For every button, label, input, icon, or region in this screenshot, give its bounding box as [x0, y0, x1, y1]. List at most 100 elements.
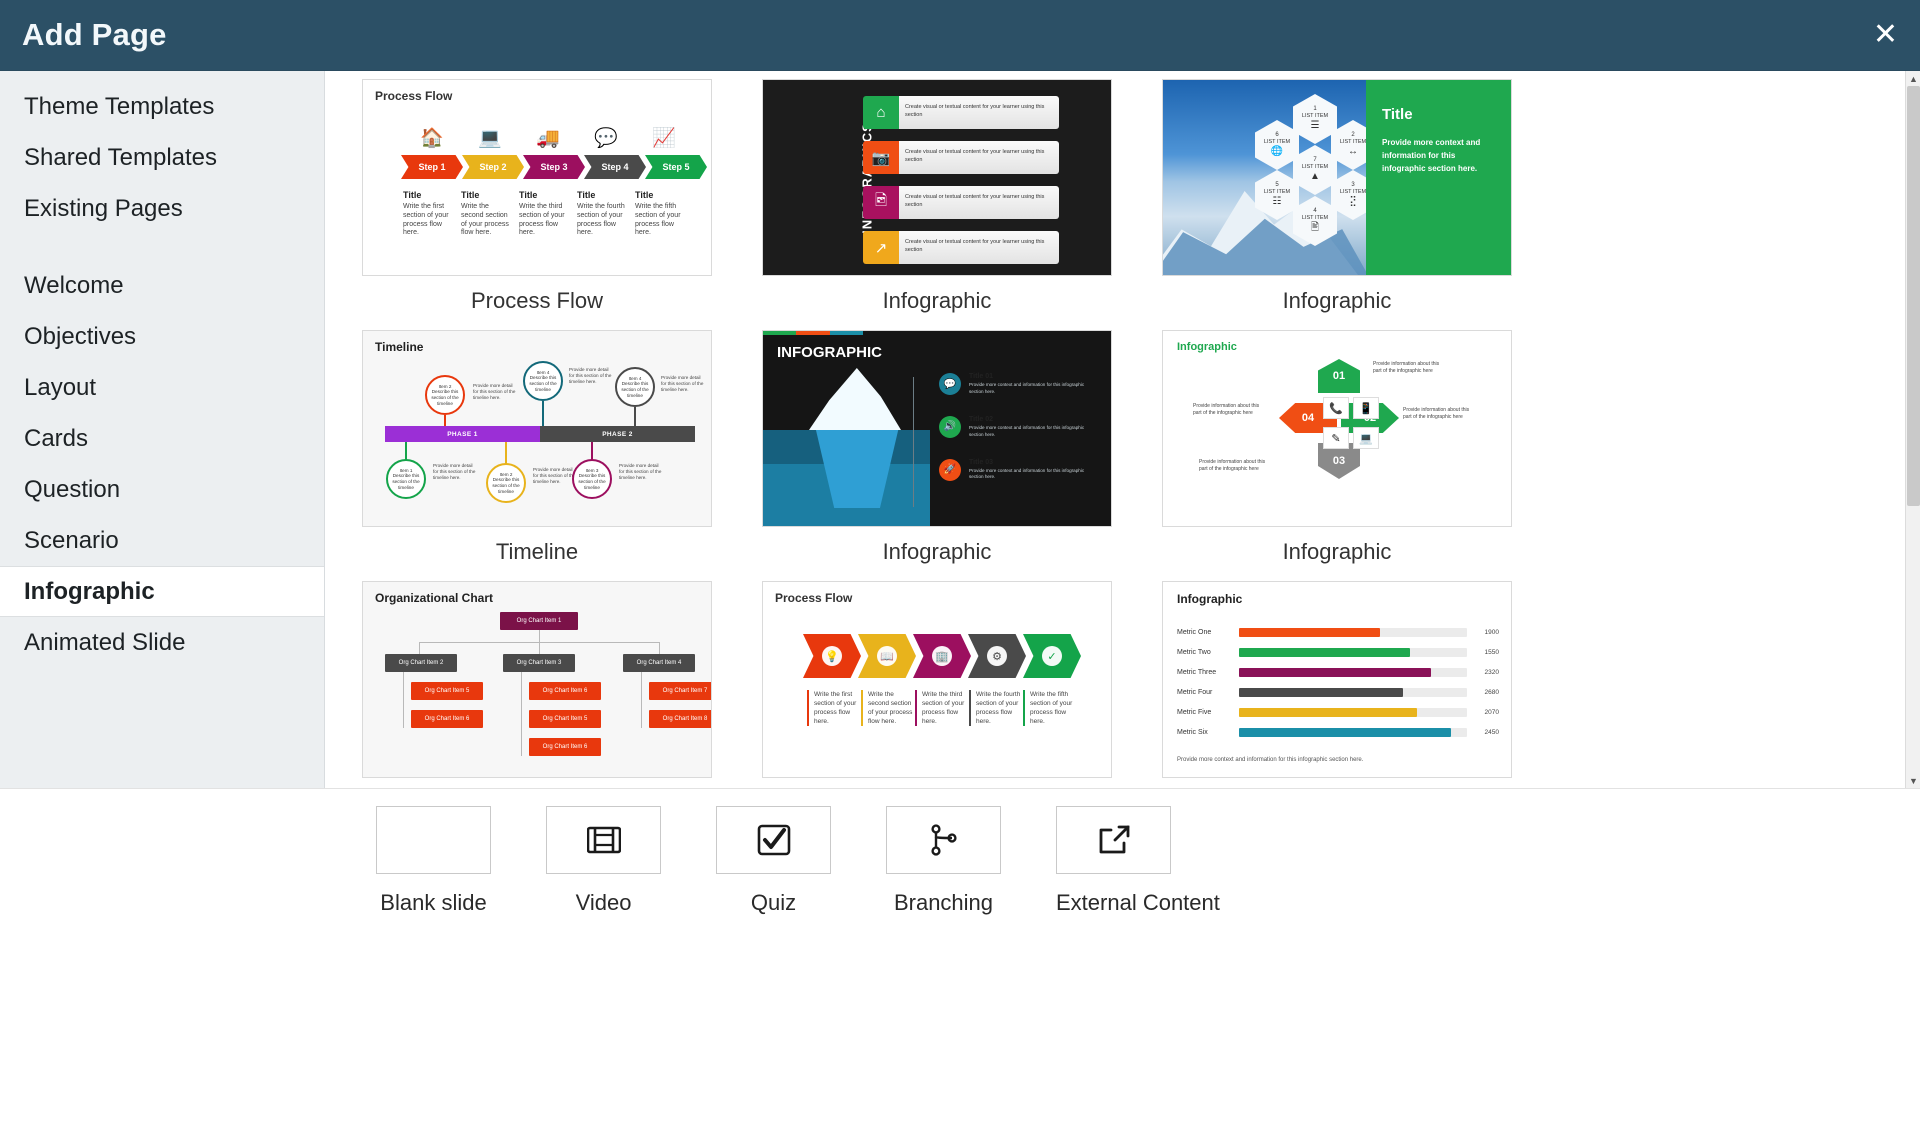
sidebar-item-infographic[interactable]: Infographic	[0, 566, 324, 617]
process-flow-2-arrows: 💡 📖 🏢 ⚙ ✓	[803, 634, 1081, 678]
list-item: ⌂ Create visual or textual content for y…	[863, 96, 1059, 129]
sidebar-item-layout[interactable]: Layout	[0, 362, 324, 413]
step-description: Title Write the third section of your pro…	[519, 190, 577, 238]
sidebar-item-cards[interactable]: Cards	[0, 413, 324, 464]
step-heading: Title	[403, 190, 422, 200]
template-card: Infographic Metric One 1900 Metric Two 1…	[1162, 581, 1562, 788]
template-card: Organizational Chart Org Chart Item 1 Or…	[362, 581, 762, 788]
rocket-icon: 🚀	[939, 458, 961, 481]
template-thumbnail-process-flow[interactable]: Process Flow 🏠 💻 🚚 💬 📈 Step 1 Step 2 Ste…	[362, 79, 712, 276]
template-thumbnail-process-flow-2[interactable]: Process Flow 💡 📖 🏢 ⚙ ✓ Write the first s…	[762, 581, 1112, 778]
step-chevron: 💡	[803, 634, 861, 678]
metric-fill	[1239, 708, 1417, 717]
list-item: 🔊 Title 02 Provide more context and infor…	[939, 415, 1099, 439]
item-body: Provide more context and information for…	[969, 467, 1085, 480]
page-type-quiz[interactable]: Quiz	[716, 806, 831, 916]
hex-label: LIST ITEM	[1339, 139, 1367, 146]
arrow-text: Provide information about this part of t…	[1373, 361, 1440, 374]
row-text: Create visual or textual content for you…	[899, 141, 1059, 174]
sidebar-item-objectives[interactable]: Objectives	[0, 311, 324, 362]
sidebar-item-theme-templates[interactable]: Theme Templates	[0, 81, 324, 132]
page-type-branching[interactable]: Branching	[886, 806, 1001, 916]
node-text: Item 3 Describe this section of the time…	[578, 467, 606, 490]
page-type-external-content[interactable]: External Content	[1056, 806, 1220, 916]
template-thumbnail-infographic-hexagons[interactable]: 1 LIST ITEM ☰ 2 LIST ITEM ↔ 3 LIST ITEM ⣝ 4 LIS…	[1162, 79, 1512, 276]
step-body: Write the second section of your process…	[861, 690, 915, 727]
node-detail: Provide more detail for this section of …	[661, 375, 704, 392]
hex-number: 6	[1275, 132, 1279, 139]
home-icon: 🏠	[420, 128, 444, 149]
connector	[539, 630, 540, 642]
sidebar-item-label: Welcome	[24, 271, 124, 299]
scrollbar-thumb[interactable]	[1907, 86, 1920, 506]
building-icon: 🏢	[932, 646, 952, 666]
branch-icon	[886, 806, 1001, 874]
step-description: Title Write the fifth section of your pro…	[635, 190, 693, 238]
metric-fill	[1239, 688, 1404, 697]
sidebar-item-shared-templates[interactable]: Shared Templates	[0, 132, 324, 183]
road-icon: ▲	[1310, 171, 1320, 183]
list-icon: ☰	[1310, 120, 1320, 132]
step-body: Write the first section of your process …	[403, 203, 449, 237]
sitemap-icon: ☷	[1272, 196, 1282, 208]
template-gallery: Process Flow 🏠 💻 🚚 💬 📈 Step 1 Step 2 Ste…	[325, 71, 1905, 788]
chat-icon: 💬	[594, 128, 618, 149]
template-thumbnail-org-chart[interactable]: Organizational Chart Org Chart Item 1 Or…	[362, 581, 712, 778]
step-chevron: Step 5	[645, 155, 707, 179]
hex-label: LIST ITEM	[1339, 189, 1367, 196]
sidebar-item-welcome[interactable]: Welcome	[0, 260, 324, 311]
sidebar-item-existing-pages[interactable]: Existing Pages	[0, 183, 324, 234]
scroll-down-icon[interactable]: ▼	[1906, 773, 1920, 788]
scroll-up-icon[interactable]: ▲	[1906, 71, 1920, 86]
template-card: 1 LIST ITEM ☰ 2 LIST ITEM ↔ 3 LIST ITEM ⣝ 4 LIS…	[1162, 79, 1562, 330]
thumb-title: Infographic	[1177, 592, 1243, 606]
hexagon: 5 LIST ITEM ☷	[1255, 170, 1299, 220]
template-caption	[762, 778, 1112, 788]
template-caption: Process Flow	[470, 288, 604, 313]
vertical-axis	[913, 377, 914, 507]
thumb-title: Process Flow	[775, 591, 853, 605]
item-body: Provide more context and information for…	[969, 424, 1085, 437]
node-text: Item 4 Describe this section of the time…	[529, 369, 557, 392]
metric-name: Metric Four	[1177, 689, 1213, 696]
iceberg-canvas: INFOGRAPHIC 💬 Title 01 Provide more conte…	[763, 331, 1111, 526]
connector	[539, 642, 540, 654]
timeline-node: Item 2 Describe this section of the time…	[425, 375, 465, 415]
mobile-icon: 📱	[1353, 397, 1379, 419]
sidebar-item-animated-slide[interactable]: Animated Slide	[0, 617, 324, 668]
sidebar-item-label: Animated Slide	[24, 628, 186, 656]
template-thumbnail-timeline[interactable]: Timeline Item 2 Describe this section of…	[362, 330, 712, 527]
timeline-node: Item 1 Describe this section of the time…	[386, 459, 426, 499]
panel-body: Provide more context and information for…	[1382, 138, 1481, 173]
gallery-scrollbar[interactable]: ▲ ▼	[1905, 71, 1920, 788]
metric-fill	[1239, 648, 1410, 657]
template-thumbnail-infographic-metrics[interactable]: Infographic Metric One 1900 Metric Two 1…	[1162, 581, 1512, 778]
template-thumbnail-infographic-iceberg[interactable]: INFOGRAPHIC 💬 Title 01 Provide more conte…	[762, 330, 1112, 527]
infographic-dark-canvas: INFOGRAPHICS ⌂ Create visual or textual …	[763, 80, 1111, 275]
node-text: Item 2 Describe this section of the time…	[492, 471, 520, 494]
sidebar-item-question[interactable]: Question	[0, 464, 324, 515]
close-icon[interactable]: ✕	[1873, 20, 1898, 50]
check-icon: ✓	[1042, 646, 1062, 666]
shuffle-icon: ⣝	[1349, 196, 1357, 208]
list-item: 💬 Title 01 Provide more context and infor…	[939, 373, 1099, 396]
truck-icon: 🚚	[536, 128, 560, 149]
template-thumbnail-infographic-dark[interactable]: INFOGRAPHICS ⌂ Create visual or textual …	[762, 79, 1112, 276]
phase-segment: PHASE 2	[540, 426, 695, 442]
hex-number: 2	[1351, 132, 1355, 139]
laptop-icon: 💻	[1353, 427, 1379, 449]
connector	[521, 672, 522, 756]
hex-label: LIST ITEM	[1301, 215, 1329, 222]
hex-label: LIST ITEM	[1263, 139, 1291, 146]
sidebar-item-label: Shared Templates	[24, 143, 218, 171]
metric-row: Metric One 1900	[1177, 624, 1499, 641]
thumb-title: Process Flow	[375, 89, 453, 103]
sidebar-item-scenario[interactable]: Scenario	[0, 515, 324, 566]
page-type-video[interactable]: Video	[546, 806, 661, 916]
page-type-label: Video	[575, 890, 632, 915]
step-body: Write the third section of your process …	[915, 690, 969, 727]
page-type-blank-slide[interactable]: Blank slide	[376, 806, 491, 916]
chart-icon: 📈	[652, 128, 676, 149]
sidebar-item-label: Cards	[24, 424, 89, 452]
template-thumbnail-infographic-arrows[interactable]: Infographic 01 Provide information about…	[1162, 330, 1512, 527]
